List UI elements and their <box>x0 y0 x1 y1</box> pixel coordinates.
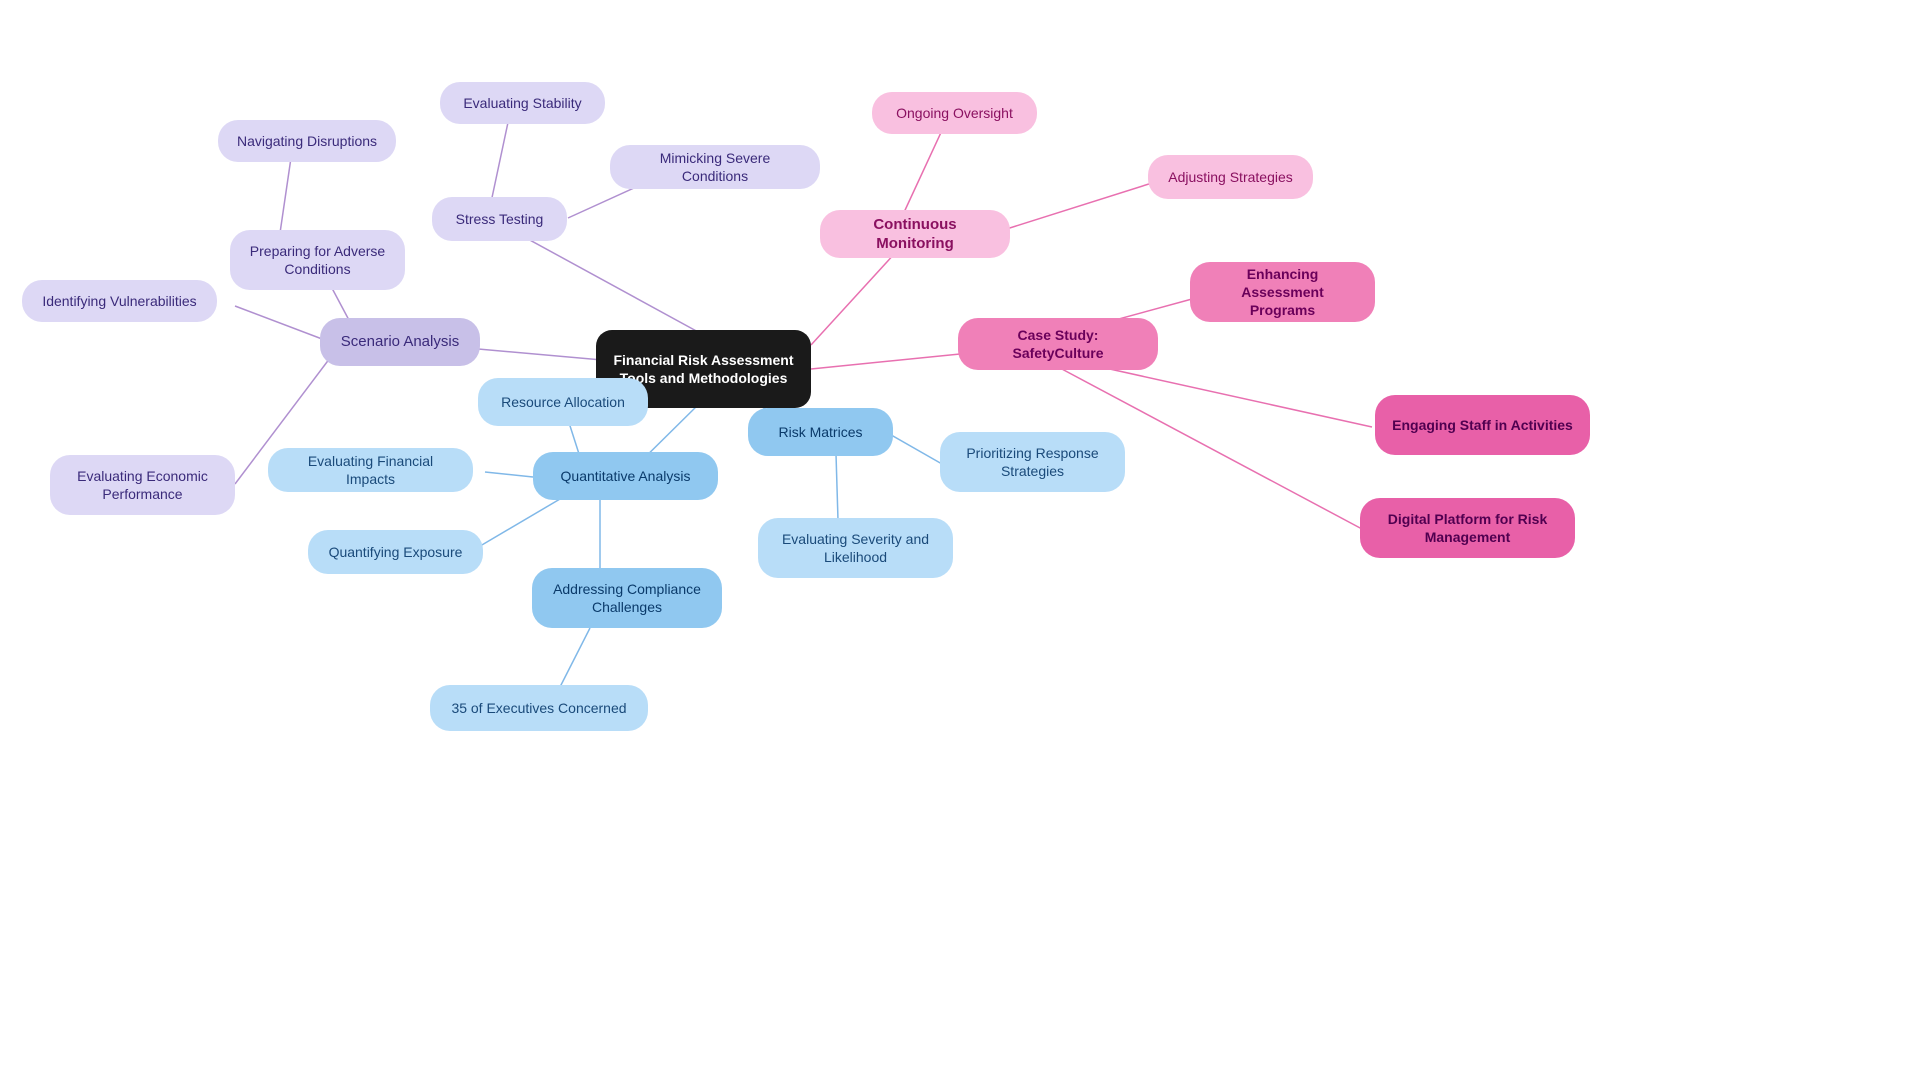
executives-concerned-node[interactable]: 35 of Executives Concerned <box>430 685 648 731</box>
quantitative-analysis-node[interactable]: Quantitative Analysis <box>533 452 718 500</box>
navigating-disruptions-node[interactable]: Navigating Disruptions <box>218 120 396 162</box>
digital-platform-node[interactable]: Digital Platform for Risk Management <box>1360 498 1575 558</box>
resource-allocation-node[interactable]: Resource Allocation <box>478 378 648 426</box>
adjusting-strategies-node[interactable]: Adjusting Strategies <box>1148 155 1313 199</box>
preparing-adverse-node[interactable]: Preparing for Adverse Conditions <box>230 230 405 290</box>
scenario-analysis-node[interactable]: Scenario Analysis <box>320 318 480 366</box>
prioritizing-response-node[interactable]: Prioritizing Response Strategies <box>940 432 1125 492</box>
connections-svg <box>0 0 1920 1083</box>
addressing-compliance-node[interactable]: Addressing Compliance Challenges <box>532 568 722 628</box>
risk-matrices-node[interactable]: Risk Matrices <box>748 408 893 456</box>
evaluating-economic-node[interactable]: Evaluating Economic Performance <box>50 455 235 515</box>
case-study-node[interactable]: Case Study: SafetyCulture <box>958 318 1158 370</box>
identifying-vulnerabilities-node[interactable]: Identifying Vulnerabilities <box>22 280 217 322</box>
enhancing-assessment-node[interactable]: Enhancing Assessment Programs <box>1190 262 1375 322</box>
stress-testing-node[interactable]: Stress Testing <box>432 197 567 241</box>
mimicking-severe-node[interactable]: Mimicking Severe Conditions <box>610 145 820 189</box>
ongoing-oversight-node[interactable]: Ongoing Oversight <box>872 92 1037 134</box>
mind-map: Financial Risk Assessment Tools and Meth… <box>0 0 1920 1083</box>
evaluating-stability-node[interactable]: Evaluating Stability <box>440 82 605 124</box>
continuous-monitoring-node[interactable]: Continuous Monitoring <box>820 210 1010 258</box>
evaluating-severity-node[interactable]: Evaluating Severity and Likelihood <box>758 518 953 578</box>
engaging-staff-node[interactable]: Engaging Staff in Activities <box>1375 395 1590 455</box>
evaluating-financial-node[interactable]: Evaluating Financial Impacts <box>268 448 473 492</box>
quantifying-exposure-node[interactable]: Quantifying Exposure <box>308 530 483 574</box>
